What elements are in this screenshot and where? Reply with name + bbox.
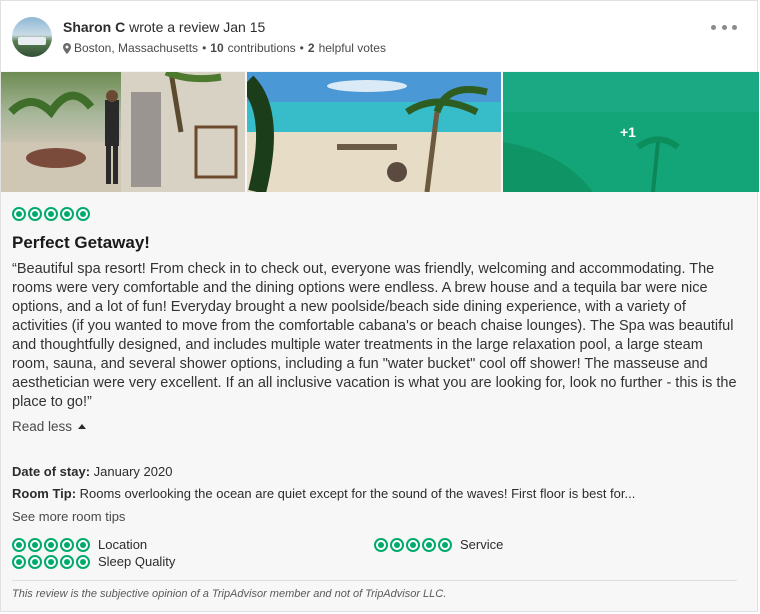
author-name[interactable]: Sharon C (63, 19, 125, 35)
read-less-label: Read less (12, 419, 73, 434)
review-title[interactable]: Perfect Getaway! (12, 233, 150, 253)
author-meta: Boston, Massachusetts • 10 contributions… (63, 41, 386, 55)
review-photo[interactable] (247, 72, 501, 192)
caret-up-icon (78, 424, 87, 429)
avatar[interactable] (12, 17, 52, 57)
location-pin-icon (63, 42, 71, 54)
rating-bubble-icon (44, 207, 58, 221)
review-header: Sharon C wrote a review Jan 15 Boston, M… (1, 1, 757, 71)
rating-bubble-icon (28, 554, 42, 569)
room-tip-label: Room Tip: (12, 486, 77, 501)
rating-bubble-icon (76, 554, 90, 569)
rating-bubble-icon (374, 537, 388, 552)
author-line: Sharon C wrote a review Jan 15 (63, 19, 265, 35)
author-location: Boston, Massachusetts (74, 41, 199, 55)
contributions-label: contributions (227, 41, 296, 55)
rating-bubble-icon (60, 537, 74, 552)
bubble-rating (374, 537, 452, 552)
rating-bubble-icon (44, 554, 58, 569)
review-photos: +1 (1, 71, 759, 193)
room-tip: Room Tip: Rooms overlooking the ocean ar… (12, 486, 635, 501)
rating-bubble-icon (12, 537, 26, 552)
review-photo-more[interactable]: +1 (503, 72, 759, 192)
subrating-label: Location (98, 537, 148, 552)
rating-bubble-icon (28, 207, 42, 221)
rating-bubble-icon (60, 207, 74, 221)
subrating-label: Service (460, 537, 504, 552)
ellipsis-icon[interactable] (711, 17, 737, 37)
rating-bubble-icon (76, 537, 90, 552)
date-of-stay: Date of stay: January 2020 (12, 464, 172, 479)
helpful-votes-count: 2 (307, 41, 315, 55)
rating-bubble-icon (12, 207, 26, 221)
rating-bubble-icon (60, 554, 74, 569)
room-tip-value: Rooms overlooking the ocean are quiet ex… (79, 486, 636, 501)
rating-bubble-icon (28, 537, 42, 552)
rating-bubble-icon (12, 554, 26, 569)
helpful-votes-label: helpful votes (318, 41, 386, 55)
subrating-label: Sleep Quality (98, 554, 176, 569)
meta-separator: • (202, 41, 207, 55)
meta-separator: • (299, 41, 304, 55)
date-of-stay-value: January 2020 (93, 464, 173, 479)
divider (12, 580, 737, 581)
bubble-rating (12, 207, 90, 221)
subrating-location: Location (12, 537, 147, 552)
review-photo[interactable] (1, 72, 245, 192)
review-action-text: wrote a review Jan 15 (129, 19, 266, 35)
see-more-room-tips-link[interactable]: See more room tips (12, 509, 125, 524)
review-body: “Beautiful spa resort! From check in to … (12, 261, 737, 410)
date-of-stay-label: Date of stay: (12, 464, 91, 479)
rating-bubble-icon (406, 537, 420, 552)
more-photos-count: +1 (620, 124, 636, 140)
rating-bubble-icon (390, 537, 404, 552)
bubble-rating (12, 554, 90, 569)
rating-bubble-icon (76, 207, 90, 221)
contributions-count: 10 (210, 41, 224, 55)
bubble-rating (12, 537, 90, 552)
subrating-service: Service (374, 537, 503, 552)
rating-bubble-icon (438, 537, 452, 552)
review-card: Sharon C wrote a review Jan 15 Boston, M… (0, 0, 759, 612)
read-less-button[interactable]: Read less (12, 419, 87, 434)
subrating-sleep-quality: Sleep Quality (12, 554, 175, 569)
review-disclaimer: This review is the subjective opinion of… (12, 588, 447, 600)
rating-bubble-icon (422, 537, 436, 552)
rating-bubble-icon (44, 537, 58, 552)
